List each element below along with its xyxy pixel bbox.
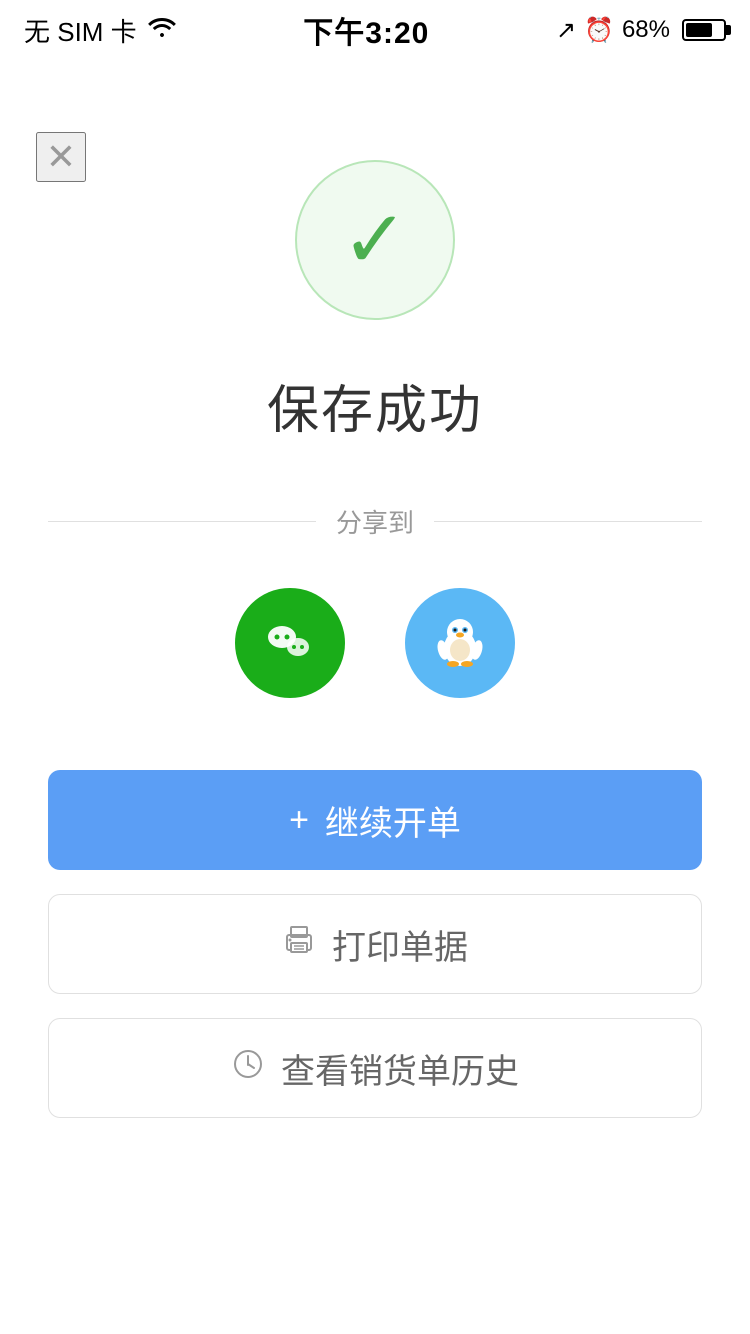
checkmark-icon: ✓ bbox=[341, 200, 408, 280]
divider-line-right bbox=[434, 521, 702, 522]
main-content: ✓ 保存成功 分享到 bbox=[0, 60, 750, 1334]
wechat-icon bbox=[260, 613, 320, 673]
battery-icon bbox=[682, 19, 726, 41]
share-wechat-button[interactable] bbox=[235, 588, 345, 698]
battery-pct: 68% bbox=[622, 16, 670, 44]
print-label: 打印单据 bbox=[332, 920, 468, 969]
continue-label: 继续开单 bbox=[325, 796, 461, 845]
alarm-icon: ⏰ bbox=[584, 16, 614, 45]
status-bar: 无 SIM 卡 下午3:20 ↗ ⏰ 68% bbox=[0, 0, 750, 60]
share-divider: 分享到 bbox=[48, 503, 702, 540]
history-button[interactable]: 查看销货单历史 bbox=[48, 1018, 702, 1118]
wifi-icon bbox=[147, 15, 177, 46]
carrier-text: 无 SIM 卡 bbox=[24, 12, 137, 49]
status-time: 下午3:20 bbox=[303, 8, 429, 52]
action-buttons: + 继续开单 打印单据 bbox=[48, 770, 702, 1118]
history-label: 查看销货单历史 bbox=[281, 1044, 519, 1093]
success-title: 保存成功 bbox=[267, 368, 483, 443]
success-icon-container: ✓ bbox=[295, 160, 455, 320]
location-icon: ↗ bbox=[556, 16, 576, 45]
print-icon bbox=[282, 923, 316, 966]
share-qq-button[interactable] bbox=[405, 588, 515, 698]
share-icons-row bbox=[235, 588, 515, 698]
qq-icon bbox=[429, 612, 491, 674]
history-icon bbox=[231, 1047, 265, 1090]
print-button[interactable]: 打印单据 bbox=[48, 894, 702, 994]
share-label: 分享到 bbox=[336, 503, 414, 540]
divider-line-left bbox=[48, 521, 316, 522]
status-left: 无 SIM 卡 bbox=[24, 12, 177, 49]
continue-order-button[interactable]: + 继续开单 bbox=[48, 770, 702, 870]
continue-icon: + bbox=[289, 801, 309, 840]
status-right: ↗ ⏰ 68% bbox=[556, 16, 726, 45]
